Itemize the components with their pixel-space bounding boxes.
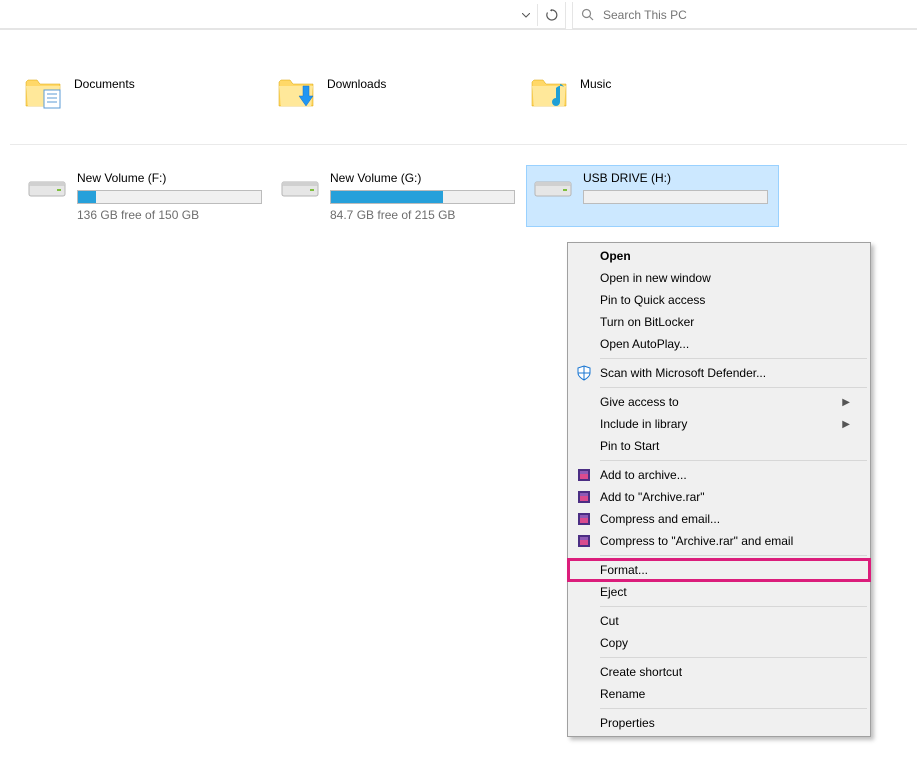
defender-icon bbox=[576, 365, 592, 381]
menu-separator bbox=[600, 708, 867, 709]
submenu-arrow-icon: ▶ bbox=[842, 419, 850, 430]
drive-g[interactable]: New Volume (G:) 84.7 GB free of 215 GB bbox=[273, 165, 526, 227]
folder-downloads[interactable]: Downloads bbox=[273, 70, 526, 114]
menu-separator bbox=[600, 387, 867, 388]
drive-name: USB DRIVE (H:) bbox=[583, 170, 772, 186]
music-folder-icon bbox=[530, 74, 570, 110]
menu-item-pin-to-quick-access[interactable]: Pin to Quick access bbox=[570, 289, 868, 311]
search-input[interactable] bbox=[601, 7, 917, 23]
menu-item-label: Copy bbox=[600, 636, 628, 650]
drive-free-text: 136 GB free of 150 GB bbox=[77, 208, 266, 222]
menu-item-pin-to-start[interactable]: Pin to Start bbox=[570, 435, 868, 457]
menu-item-copy[interactable]: Copy bbox=[570, 632, 868, 654]
menu-item-rename[interactable]: Rename bbox=[570, 683, 868, 705]
menu-separator bbox=[600, 657, 867, 658]
menu-item-label: Create shortcut bbox=[600, 665, 682, 679]
menu-item-format[interactable]: Format... bbox=[570, 559, 868, 581]
folders-section: Documents Downloads Music bbox=[10, 30, 907, 145]
menu-item-compress-and-email[interactable]: Compress and email... bbox=[570, 508, 868, 530]
menu-item-include-in-library[interactable]: Include in library ▶ bbox=[570, 413, 868, 435]
menu-separator bbox=[600, 606, 867, 607]
context-menu: Open Open in new window Pin to Quick acces… bbox=[567, 242, 871, 737]
drive-info: New Volume (G:) 84.7 GB free of 215 GB bbox=[330, 170, 519, 222]
drive-capacity-fill bbox=[78, 191, 96, 203]
menu-item-label: Pin to Start bbox=[600, 439, 659, 453]
drive-f[interactable]: New Volume (F:) 136 GB free of 150 GB bbox=[20, 165, 273, 227]
menu-item-label: Eject bbox=[600, 585, 627, 599]
drive-capacity-fill bbox=[331, 191, 443, 203]
folder-music[interactable]: Music bbox=[526, 70, 779, 114]
drive-info: New Volume (F:) 136 GB free of 150 GB bbox=[77, 170, 266, 222]
drive-capacity-bar bbox=[583, 190, 768, 204]
menu-item-label: Rename bbox=[600, 687, 645, 701]
drive-icon bbox=[280, 176, 320, 208]
rar-icon bbox=[576, 511, 592, 527]
menu-item-open[interactable]: Open bbox=[570, 245, 868, 267]
menu-item-label: Cut bbox=[600, 614, 619, 628]
drive-info: USB DRIVE (H:) bbox=[583, 170, 772, 208]
menu-item-label: Add to "Archive.rar" bbox=[600, 490, 705, 504]
search-icon bbox=[581, 8, 595, 22]
menu-item-open-autoplay[interactable]: Open AutoPlay... bbox=[570, 333, 868, 355]
menu-separator bbox=[600, 358, 867, 359]
folder-label: Music bbox=[580, 74, 611, 92]
drives-section: New Volume (F:) 136 GB free of 150 GB Ne… bbox=[10, 145, 907, 227]
folder-documents[interactable]: Documents bbox=[20, 70, 273, 114]
menu-item-label: Open in new window bbox=[600, 271, 711, 285]
content-area: Documents Downloads Music bbox=[0, 30, 917, 227]
menu-separator bbox=[600, 555, 867, 556]
drive-icon bbox=[27, 176, 67, 208]
menu-item-label: Compress and email... bbox=[600, 512, 720, 526]
menu-item-open-in-new-window[interactable]: Open in new window bbox=[570, 267, 868, 289]
menu-item-give-access-to[interactable]: Give access to ▶ bbox=[570, 391, 868, 413]
menu-item-properties[interactable]: Properties bbox=[570, 712, 868, 734]
address-bar[interactable] bbox=[0, 2, 566, 29]
submenu-arrow-icon: ▶ bbox=[842, 397, 850, 408]
menu-item-create-shortcut[interactable]: Create shortcut bbox=[570, 661, 868, 683]
menu-item-label: Add to archive... bbox=[600, 468, 687, 482]
menu-item-cut[interactable]: Cut bbox=[570, 610, 868, 632]
menu-item-add-to-archive[interactable]: Add to archive... bbox=[570, 464, 868, 486]
refresh-button[interactable] bbox=[537, 4, 565, 26]
drive-capacity-bar bbox=[77, 190, 262, 204]
history-dropdown-button[interactable] bbox=[515, 4, 537, 26]
menu-item-compress-to-archive-rar-and-email[interactable]: Compress to "Archive.rar" and email bbox=[570, 530, 868, 552]
chevron-down-icon bbox=[522, 13, 530, 18]
menu-item-label: Properties bbox=[600, 716, 655, 730]
menu-item-eject[interactable]: Eject bbox=[570, 581, 868, 603]
menu-item-label: Include in library bbox=[600, 417, 687, 431]
menu-item-label: Open bbox=[600, 249, 631, 263]
menu-item-turn-on-bitlocker[interactable]: Turn on BitLocker bbox=[570, 311, 868, 333]
drive-h[interactable]: USB DRIVE (H:) bbox=[526, 165, 779, 227]
menu-separator bbox=[600, 460, 867, 461]
rar-icon bbox=[576, 533, 592, 549]
menu-item-label: Turn on BitLocker bbox=[600, 315, 694, 329]
menu-item-scan-with-microsoft-defender[interactable]: Scan with Microsoft Defender... bbox=[570, 362, 868, 384]
drive-icon bbox=[533, 176, 573, 208]
menu-item-label: Give access to bbox=[600, 395, 679, 409]
menu-item-add-to-archive-rar[interactable]: Add to "Archive.rar" bbox=[570, 486, 868, 508]
downloads-folder-icon bbox=[277, 74, 317, 110]
documents-folder-icon bbox=[24, 74, 64, 110]
menu-item-label: Scan with Microsoft Defender... bbox=[600, 366, 766, 380]
rar-icon bbox=[576, 489, 592, 505]
drive-capacity-bar bbox=[330, 190, 515, 204]
drive-name: New Volume (F:) bbox=[77, 170, 266, 186]
folder-label: Downloads bbox=[327, 74, 386, 92]
menu-item-label: Compress to "Archive.rar" and email bbox=[600, 534, 793, 548]
refresh-icon bbox=[546, 9, 558, 21]
menu-item-label: Pin to Quick access bbox=[600, 293, 705, 307]
drive-free-text: 84.7 GB free of 215 GB bbox=[330, 208, 519, 222]
menu-item-label: Open AutoPlay... bbox=[600, 337, 689, 351]
folder-label: Documents bbox=[74, 74, 135, 92]
menu-item-label: Format... bbox=[600, 563, 648, 577]
search-box[interactable] bbox=[572, 2, 917, 29]
toolbar bbox=[0, 0, 917, 30]
rar-icon bbox=[576, 467, 592, 483]
drive-name: New Volume (G:) bbox=[330, 170, 519, 186]
